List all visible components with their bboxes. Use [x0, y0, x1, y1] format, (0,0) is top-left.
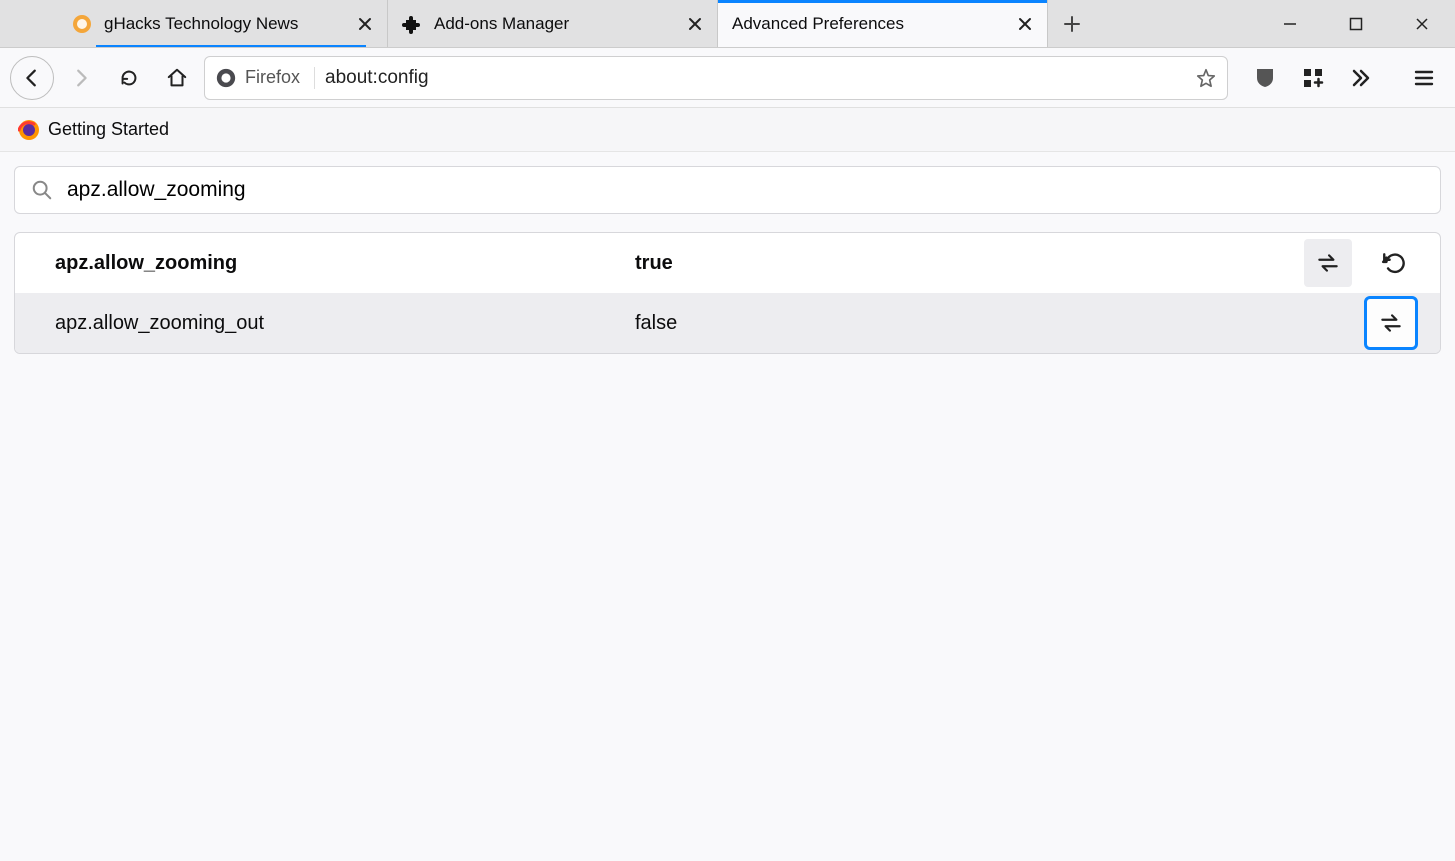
close-icon[interactable]	[1013, 12, 1037, 36]
back-button[interactable]	[10, 56, 54, 100]
toggle-button[interactable]	[1364, 296, 1418, 350]
pref-name: apz.allow_zooming	[55, 252, 635, 275]
bookmark-item-getting-started[interactable]: Getting Started	[48, 119, 169, 140]
bookmark-star-icon[interactable]	[1195, 67, 1217, 89]
home-button[interactable]	[156, 57, 198, 99]
identity-box[interactable]: Firefox	[215, 67, 315, 89]
toggle-button[interactable]	[1304, 239, 1352, 287]
tab-strip: gHacks Technology News Add-ons Manager A…	[0, 0, 1455, 48]
firefox-icon	[215, 67, 237, 89]
close-icon[interactable]	[683, 12, 707, 36]
pref-value: true	[635, 252, 1304, 275]
separator	[1392, 60, 1393, 96]
overflow-chevrons-icon[interactable]	[1340, 57, 1382, 99]
pref-name: apz.allow_zooming_out	[55, 312, 635, 335]
bookmarks-toolbar: Getting Started	[0, 108, 1455, 152]
tab-loading-indicator	[96, 45, 366, 47]
navigation-toolbar: Firefox	[0, 48, 1455, 108]
tab-advanced-preferences[interactable]: Advanced Preferences	[718, 0, 1048, 47]
pref-actions	[1364, 296, 1418, 350]
url-input[interactable]	[325, 67, 1185, 89]
pref-list: apz.allow_zooming true apz.allow_zooming…	[14, 232, 1441, 354]
window-close-button[interactable]	[1389, 0, 1455, 48]
pref-search-input[interactable]	[67, 178, 1424, 202]
firefox-bookmark-icon	[18, 119, 40, 141]
addons-grid-icon[interactable]	[1292, 57, 1334, 99]
forward-button[interactable]	[60, 57, 102, 99]
tab-prespace	[0, 0, 58, 47]
ublock-icon[interactable]	[1244, 57, 1286, 99]
identity-label: Firefox	[245, 67, 300, 88]
pref-value: false	[635, 312, 1364, 335]
ghacks-favicon	[72, 14, 92, 34]
window-maximize-button[interactable]	[1323, 0, 1389, 48]
hamburger-menu-icon[interactable]	[1403, 57, 1445, 99]
pref-row[interactable]: apz.allow_zooming_out false	[15, 293, 1440, 353]
puzzle-icon	[402, 14, 422, 34]
window-controls	[1257, 0, 1455, 47]
tab-addons[interactable]: Add-ons Manager	[388, 0, 718, 47]
reload-button[interactable]	[108, 57, 150, 99]
url-bar[interactable]: Firefox	[204, 56, 1228, 100]
tab-ghacks[interactable]: gHacks Technology News	[58, 0, 388, 47]
close-icon[interactable]	[353, 12, 377, 36]
search-icon	[31, 179, 53, 201]
tab-label: Advanced Preferences	[732, 14, 1001, 34]
pref-row[interactable]: apz.allow_zooming true	[15, 233, 1440, 293]
window-minimize-button[interactable]	[1257, 0, 1323, 48]
about-config-content: apz.allow_zooming true apz.allow_zooming…	[0, 152, 1455, 368]
new-tab-button[interactable]	[1048, 0, 1096, 47]
pref-actions	[1304, 239, 1418, 287]
pref-search-box[interactable]	[14, 166, 1441, 214]
tab-label: Add-ons Manager	[434, 14, 671, 34]
tab-label: gHacks Technology News	[104, 14, 341, 34]
reset-button[interactable]	[1370, 239, 1418, 287]
toolbar-right	[1244, 57, 1445, 99]
